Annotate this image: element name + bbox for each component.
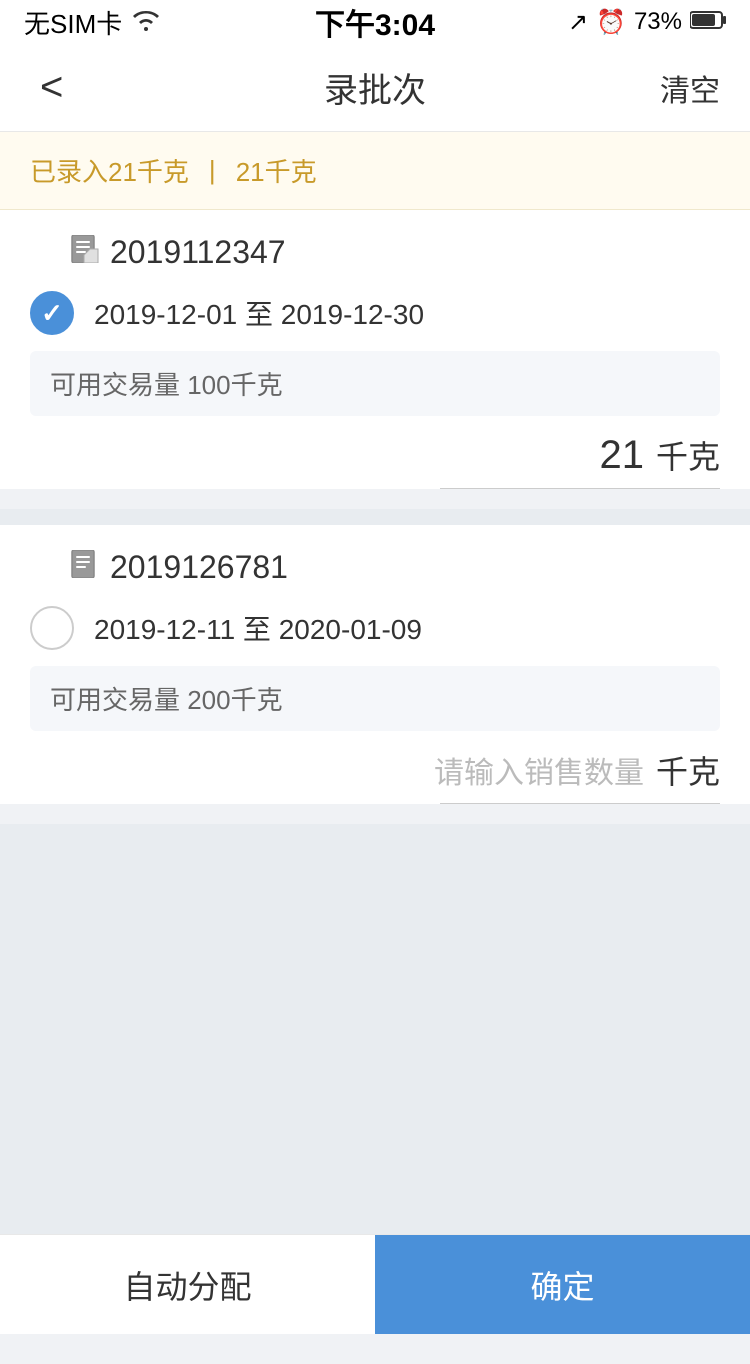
content-wrapper: 已录入21千克 | 21千克 2019112347 ✓ 2019-12 — [0, 132, 750, 1364]
quantity-unit-2: 千克 — [656, 747, 720, 793]
quantity-underline-1 — [440, 488, 720, 489]
quantity-underline-2 — [440, 803, 720, 804]
battery-icon — [690, 8, 726, 36]
batch-card-2: 2019126781 2019-12-11 至 2020-01-09 可用交易量… — [0, 525, 750, 804]
batch-date-1: 2019-12-01 至 2019-12-30 — [94, 293, 424, 333]
status-right: ↗ ⏰ 73% — [568, 8, 726, 37]
batch-date-2: 2019-12-11 至 2020-01-09 — [94, 608, 422, 648]
quantity-placeholder-2: 请输入销售数量 — [434, 748, 644, 792]
auto-distribute-button[interactable]: 自动分配 — [0, 1235, 375, 1334]
quantity-row-1: 21 千克 — [0, 432, 750, 488]
batch-card-1: 2019112347 ✓ 2019-12-01 至 2019-12-30 可用交… — [0, 210, 750, 489]
radio-unchecked-2[interactable] — [30, 606, 74, 650]
quantity-value-1: 21 — [599, 433, 644, 478]
batch-row-1[interactable]: ✓ 2019-12-01 至 2019-12-30 — [0, 281, 750, 345]
back-button[interactable]: < — [30, 55, 73, 120]
status-bar: 无SIM卡 下午3:04 ↗ ⏰ 73% — [0, 0, 750, 44]
batch-header-1: 2019112347 — [0, 210, 750, 281]
info-banner: 已录入21千克 | 21千克 — [0, 132, 750, 210]
recorded-label: 已录入21千克 — [30, 152, 189, 189]
batch-avail-2: 可用交易量 200千克 — [30, 666, 720, 731]
clear-button[interactable]: 清空 — [660, 66, 720, 110]
status-time: 下午3:04 — [315, 0, 435, 44]
status-left: 无SIM卡 — [24, 4, 160, 41]
nav-bar: < 录批次 清空 — [0, 44, 750, 132]
bottom-bar: 自动分配 确定 — [0, 1234, 750, 1334]
batch-id-1: 2019112347 — [110, 234, 286, 271]
info-divider: | — [209, 155, 216, 186]
bottom-area — [0, 824, 750, 1264]
batch-avail-1: 可用交易量 100千克 — [30, 351, 720, 416]
radio-checked-1[interactable]: ✓ — [30, 291, 74, 335]
quantity-unit-1: 千克 — [656, 432, 720, 478]
location-icon: ↗ — [568, 8, 588, 37]
batch-row-2[interactable]: 2019-12-11 至 2020-01-09 — [0, 596, 750, 660]
alarm-icon: ⏰ — [596, 8, 626, 37]
sim-text: 无SIM卡 — [24, 4, 122, 41]
section-divider — [0, 509, 750, 525]
wifi-icon — [132, 7, 160, 38]
info-amount: 21千克 — [236, 152, 317, 189]
confirm-button[interactable]: 确定 — [375, 1235, 750, 1334]
batch-doc-icon-1 — [70, 235, 100, 271]
batch-id-2: 2019126781 — [110, 549, 288, 586]
check-icon-1: ✓ — [41, 298, 63, 329]
quantity-row-2: 请输入销售数量 千克 — [0, 747, 750, 803]
batch-header-2: 2019126781 — [0, 525, 750, 596]
page-title: 录批次 — [324, 63, 426, 112]
batch-doc-icon-2 — [70, 550, 100, 586]
battery-text: 73% — [634, 8, 682, 36]
